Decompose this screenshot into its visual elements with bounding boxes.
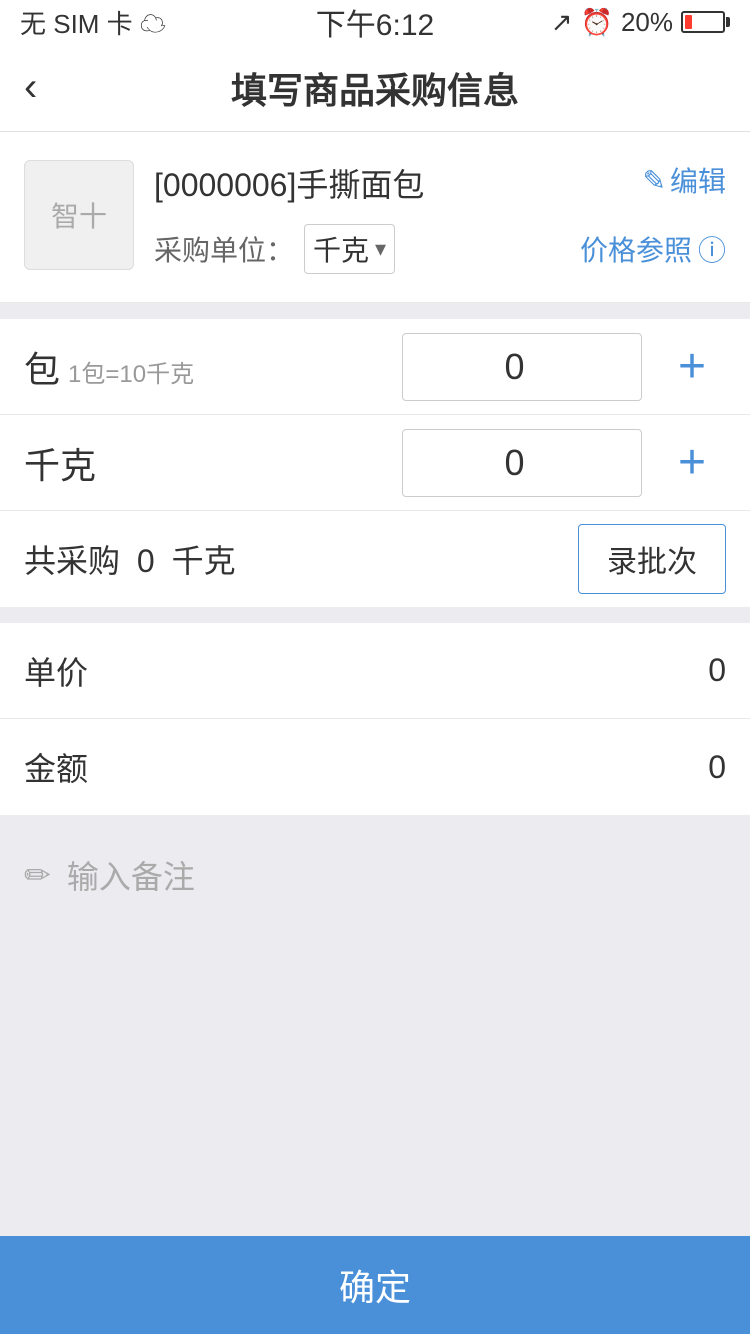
status-time: 下午6:12 (316, 0, 434, 44)
nav-bar: ‹ 填写商品采购信息 (0, 44, 750, 132)
bag-sub-label: 1包=10千克 (68, 354, 194, 389)
page-title: 填写商品采购信息 (231, 62, 519, 114)
unit-dropdown[interactable]: 千克 ▾ (304, 224, 395, 274)
amount-row: 金额 0 (0, 719, 750, 815)
total-row: 共采购 0 千克 录批次 (0, 511, 750, 607)
edit-icon: ✎ (643, 164, 666, 197)
confirm-button[interactable]: 确定 (0, 1236, 750, 1334)
total-value: 0 (137, 543, 155, 579)
bag-input-row: 包 1包=10千克 + (0, 319, 750, 415)
unit-price-label: 单价 (24, 648, 88, 694)
product-name-row: [0000006]手撕面包 ✎ 编辑 (154, 160, 726, 206)
product-info: [0000006]手撕面包 ✎ 编辑 采购单位： 千克 ▾ 价格参照 ⓘ (154, 160, 726, 274)
unit-price-row: 单价 0 (0, 623, 750, 719)
price-ref-info-icon: ⓘ (698, 229, 726, 269)
unit-label: 采购单位： (154, 229, 294, 269)
status-left: 无 SIM 卡 ☁ (20, 4, 166, 41)
status-bar: 无 SIM 卡 ☁ 下午6:12 ↗ ⏰ 20% (0, 0, 750, 44)
back-button[interactable]: ‹ (24, 65, 37, 110)
product-card: 智十 [0000006]手撕面包 ✎ 编辑 采购单位： 千克 ▾ (0, 132, 750, 303)
pencil-icon: ✏ (24, 856, 51, 894)
note-section[interactable]: ✏ 输入备注 (0, 815, 750, 935)
edit-button[interactable]: ✎ 编辑 (643, 160, 726, 200)
batch-record-button[interactable]: 录批次 (578, 524, 726, 594)
kg-label-group: 千克 (24, 437, 224, 489)
price-reference-button[interactable]: 价格参照 ⓘ (580, 229, 726, 269)
bag-input-wrapper: + (224, 333, 726, 401)
bottom-spacer (0, 935, 750, 1236)
product-name: [0000006]手撕面包 (154, 160, 424, 206)
note-placeholder: 输入备注 (67, 852, 195, 898)
kg-label: 千克 (24, 437, 96, 489)
product-logo: 智十 (51, 195, 107, 235)
kg-input-section: 千克 + (0, 415, 750, 511)
status-right: ↗ ⏰ 20% (551, 7, 730, 38)
unit-value: 千克 (313, 229, 369, 269)
total-unit: 千克 (172, 543, 236, 579)
kg-input-wrapper: + (224, 429, 726, 497)
bag-label: 包 (24, 341, 60, 393)
total-text: 共采购 0 千克 (24, 536, 236, 582)
confirm-label: 确定 (339, 1259, 411, 1311)
price-ref-label: 价格参照 (580, 229, 692, 269)
divider-2 (0, 607, 750, 623)
kg-quantity-input[interactable] (402, 429, 642, 497)
divider-1 (0, 303, 750, 319)
bag-plus-button[interactable]: + (658, 333, 726, 401)
unit-price-value: 0 (708, 652, 726, 689)
purchase-unit-row: 采购单位： 千克 ▾ 价格参照 ⓘ (154, 224, 726, 274)
unit-dropdown-arrow: ▾ (375, 236, 386, 262)
amount-label: 金额 (24, 744, 88, 790)
bag-quantity-input[interactable] (402, 333, 642, 401)
product-image: 智十 (24, 160, 134, 270)
total-prefix: 共采购 (24, 543, 120, 579)
alarm-icon: ⏰ (581, 7, 613, 38)
back-icon: ‹ (24, 65, 37, 110)
price-section: 单价 0 金额 0 (0, 623, 750, 815)
kg-plus-button[interactable]: + (658, 429, 726, 497)
edit-label: 编辑 (670, 160, 726, 200)
amount-value: 0 (708, 749, 726, 786)
kg-input-row: 千克 + (0, 415, 750, 511)
sim-status: 无 SIM 卡 ☁ (20, 4, 166, 41)
bag-input-section: 包 1包=10千克 + (0, 319, 750, 415)
bag-label-group: 包 1包=10千克 (24, 341, 224, 393)
battery-percent: 20% (621, 7, 673, 38)
unit-selector-group: 采购单位： 千克 ▾ (154, 224, 395, 274)
battery-icon (681, 11, 730, 33)
location-icon: ↗ (551, 7, 573, 38)
